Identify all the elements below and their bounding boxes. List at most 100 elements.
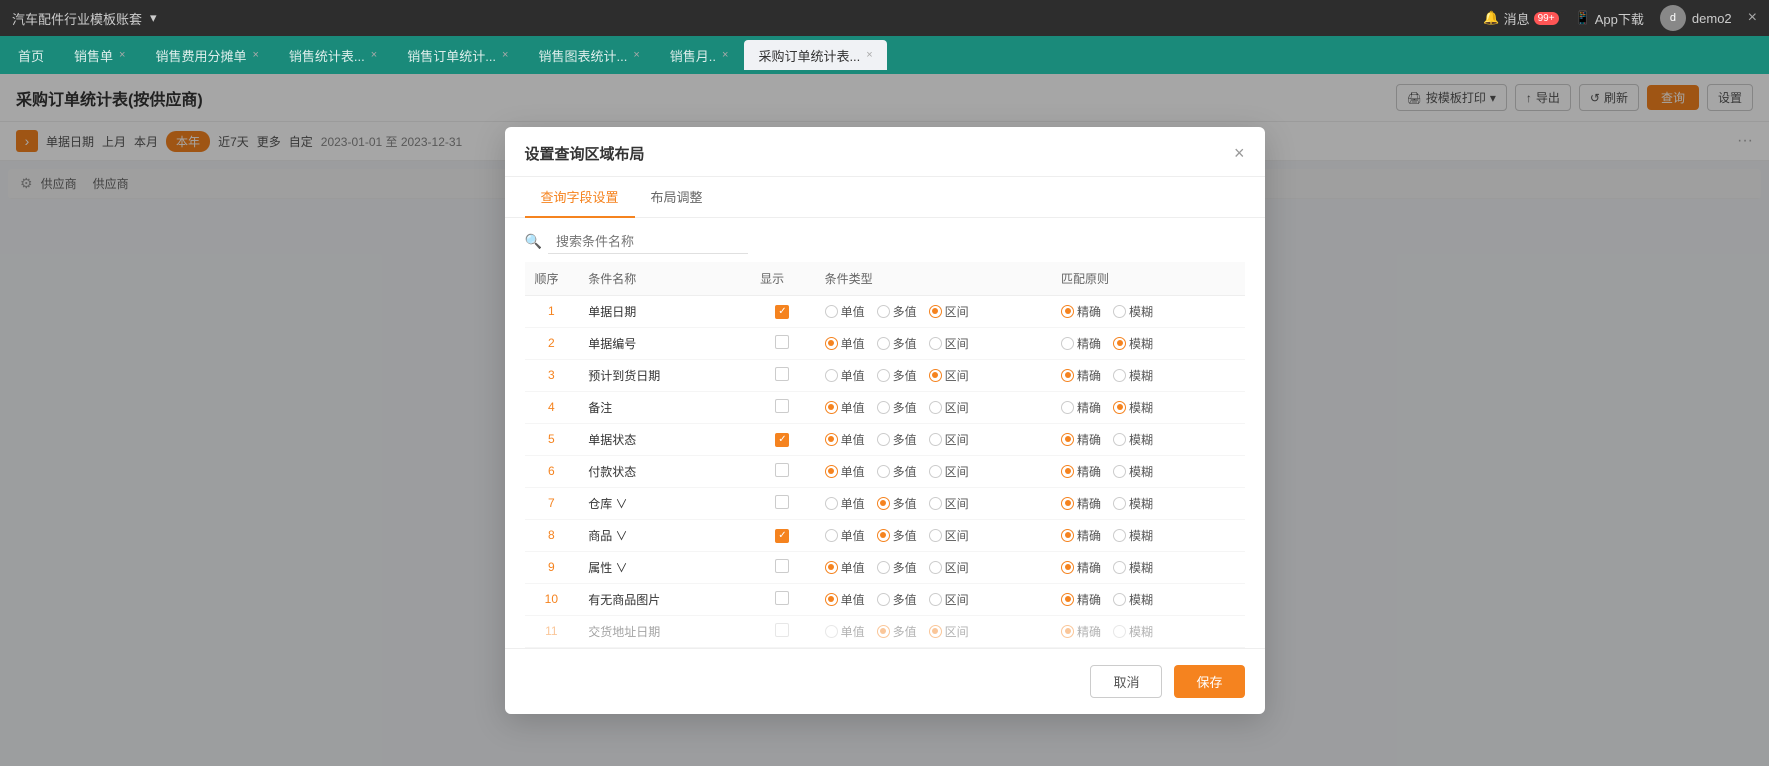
- match-radio-item[interactable]: 模糊: [1113, 463, 1153, 480]
- type-radio-item[interactable]: 区间: [929, 559, 969, 576]
- user-area[interactable]: d demo2: [1660, 5, 1732, 31]
- match-radio-item[interactable]: 精确: [1061, 591, 1101, 608]
- type-radio-item[interactable]: 单值: [825, 303, 865, 320]
- modal-close-button[interactable]: ×: [1234, 143, 1245, 164]
- type-radio-item[interactable]: 多值: [877, 591, 917, 608]
- tab-purchase-stat-close[interactable]: ×: [866, 49, 872, 61]
- display-checkbox[interactable]: [775, 495, 789, 509]
- cell-display[interactable]: [750, 295, 814, 327]
- type-radio-item[interactable]: 多值: [877, 527, 917, 544]
- cell-display[interactable]: [750, 487, 814, 519]
- display-checkbox[interactable]: [775, 305, 789, 319]
- type-radio-item[interactable]: 多值: [877, 559, 917, 576]
- tab-sales-fee[interactable]: 销售费用分摊单 ×: [141, 40, 272, 70]
- tab-sales-close[interactable]: ×: [119, 49, 125, 61]
- tab-purchase-stat[interactable]: 采购订单统计表... ×: [744, 40, 886, 70]
- display-checkbox[interactable]: [775, 335, 789, 349]
- save-button[interactable]: 保存: [1174, 665, 1244, 698]
- display-checkbox[interactable]: [775, 367, 789, 381]
- type-radio-item[interactable]: 单值: [825, 367, 865, 384]
- tab-sales-stat-close[interactable]: ×: [371, 49, 377, 61]
- type-radio-item[interactable]: 区间: [929, 431, 969, 448]
- tab-sales-fee-close[interactable]: ×: [252, 49, 258, 61]
- cell-display[interactable]: [750, 615, 814, 647]
- match-radio-item[interactable]: 精确: [1061, 559, 1101, 576]
- type-radio-item[interactable]: 区间: [929, 303, 969, 320]
- display-checkbox[interactable]: [775, 399, 789, 413]
- tab-sales-order-stat-close[interactable]: ×: [502, 49, 508, 61]
- tab-sales-stat[interactable]: 销售统计表... ×: [275, 40, 391, 70]
- type-radio-item[interactable]: 区间: [929, 399, 969, 416]
- display-checkbox[interactable]: [775, 433, 789, 447]
- tab-sales-monthly-close[interactable]: ×: [722, 49, 728, 61]
- match-radio-item[interactable]: 模糊: [1113, 303, 1153, 320]
- match-radio-item[interactable]: 精确: [1061, 399, 1101, 416]
- cancel-button[interactable]: 取消: [1090, 665, 1162, 698]
- cell-display[interactable]: [750, 391, 814, 423]
- display-checkbox[interactable]: [775, 529, 789, 543]
- match-radio-item[interactable]: 模糊: [1113, 527, 1153, 544]
- type-radio-item[interactable]: 多值: [877, 303, 917, 320]
- cell-display[interactable]: [750, 519, 814, 551]
- dropdown-caret[interactable]: ▾: [150, 10, 157, 26]
- notification-area[interactable]: 🔔 消息 99+: [1483, 9, 1558, 28]
- match-radio-item[interactable]: 精确: [1061, 367, 1101, 384]
- tab-sales-order-stat[interactable]: 销售订单统计... ×: [393, 40, 522, 70]
- match-radio-item[interactable]: 精确: [1061, 431, 1101, 448]
- match-radio-item[interactable]: 模糊: [1113, 431, 1153, 448]
- type-radio-item[interactable]: 区间: [929, 527, 969, 544]
- match-radio-item[interactable]: 精确: [1061, 303, 1101, 320]
- match-radio-item[interactable]: 精确: [1061, 527, 1101, 544]
- cell-display[interactable]: [750, 583, 814, 615]
- type-radio-item[interactable]: 多值: [877, 431, 917, 448]
- tab-sales-chart-close[interactable]: ×: [633, 49, 639, 61]
- type-radio-item[interactable]: 单值: [825, 591, 865, 608]
- type-radio-item[interactable]: 多值: [877, 367, 917, 384]
- type-radio-item[interactable]: 区间: [929, 495, 969, 512]
- topbar-close-button[interactable]: ×: [1748, 9, 1757, 27]
- display-checkbox[interactable]: [775, 463, 789, 477]
- type-radio-item[interactable]: 单值: [825, 399, 865, 416]
- match-radio-item[interactable]: 模糊: [1113, 623, 1153, 640]
- type-radio-item[interactable]: 多值: [877, 463, 917, 480]
- cell-display[interactable]: [750, 359, 814, 391]
- type-radio-item[interactable]: 区间: [929, 623, 969, 640]
- type-radio-item[interactable]: 区间: [929, 367, 969, 384]
- match-radio-item[interactable]: 精确: [1061, 623, 1101, 640]
- display-checkbox[interactable]: [775, 559, 789, 573]
- type-radio-item[interactable]: 单值: [825, 495, 865, 512]
- display-checkbox[interactable]: [775, 591, 789, 605]
- type-radio-item[interactable]: 单值: [825, 527, 865, 544]
- cell-display[interactable]: [750, 551, 814, 583]
- tab-field-settings[interactable]: 查询字段设置: [525, 177, 635, 218]
- type-radio-item[interactable]: 多值: [877, 399, 917, 416]
- type-radio-item[interactable]: 单值: [825, 623, 865, 640]
- tab-home[interactable]: 首页: [4, 40, 58, 70]
- tab-sales[interactable]: 销售单 ×: [60, 40, 139, 70]
- match-radio-item[interactable]: 模糊: [1113, 367, 1153, 384]
- type-radio-item[interactable]: 单值: [825, 463, 865, 480]
- type-radio-item[interactable]: 区间: [929, 463, 969, 480]
- match-radio-item[interactable]: 模糊: [1113, 559, 1153, 576]
- match-radio-item[interactable]: 模糊: [1113, 335, 1153, 352]
- type-radio-item[interactable]: 单值: [825, 431, 865, 448]
- display-checkbox[interactable]: [775, 623, 789, 637]
- type-radio-item[interactable]: 单值: [825, 335, 865, 352]
- tab-sales-monthly[interactable]: 销售月.. ×: [656, 40, 743, 70]
- match-radio-item[interactable]: 模糊: [1113, 591, 1153, 608]
- type-radio-item[interactable]: 区间: [929, 591, 969, 608]
- match-radio-item[interactable]: 精确: [1061, 463, 1101, 480]
- tab-layout-adjust[interactable]: 布局调整: [635, 177, 719, 218]
- match-radio-item[interactable]: 模糊: [1113, 399, 1153, 416]
- match-radio-item[interactable]: 精确: [1061, 495, 1101, 512]
- tab-sales-chart[interactable]: 销售图表统计... ×: [524, 40, 653, 70]
- match-radio-item[interactable]: 模糊: [1113, 495, 1153, 512]
- type-radio-item[interactable]: 单值: [825, 559, 865, 576]
- cell-display[interactable]: [750, 455, 814, 487]
- download-area[interactable]: 📱 App下载: [1575, 9, 1644, 28]
- type-radio-item[interactable]: 多值: [877, 495, 917, 512]
- type-radio-item[interactable]: 多值: [877, 335, 917, 352]
- cell-display[interactable]: [750, 423, 814, 455]
- match-radio-item[interactable]: 精确: [1061, 335, 1101, 352]
- cell-display[interactable]: [750, 327, 814, 359]
